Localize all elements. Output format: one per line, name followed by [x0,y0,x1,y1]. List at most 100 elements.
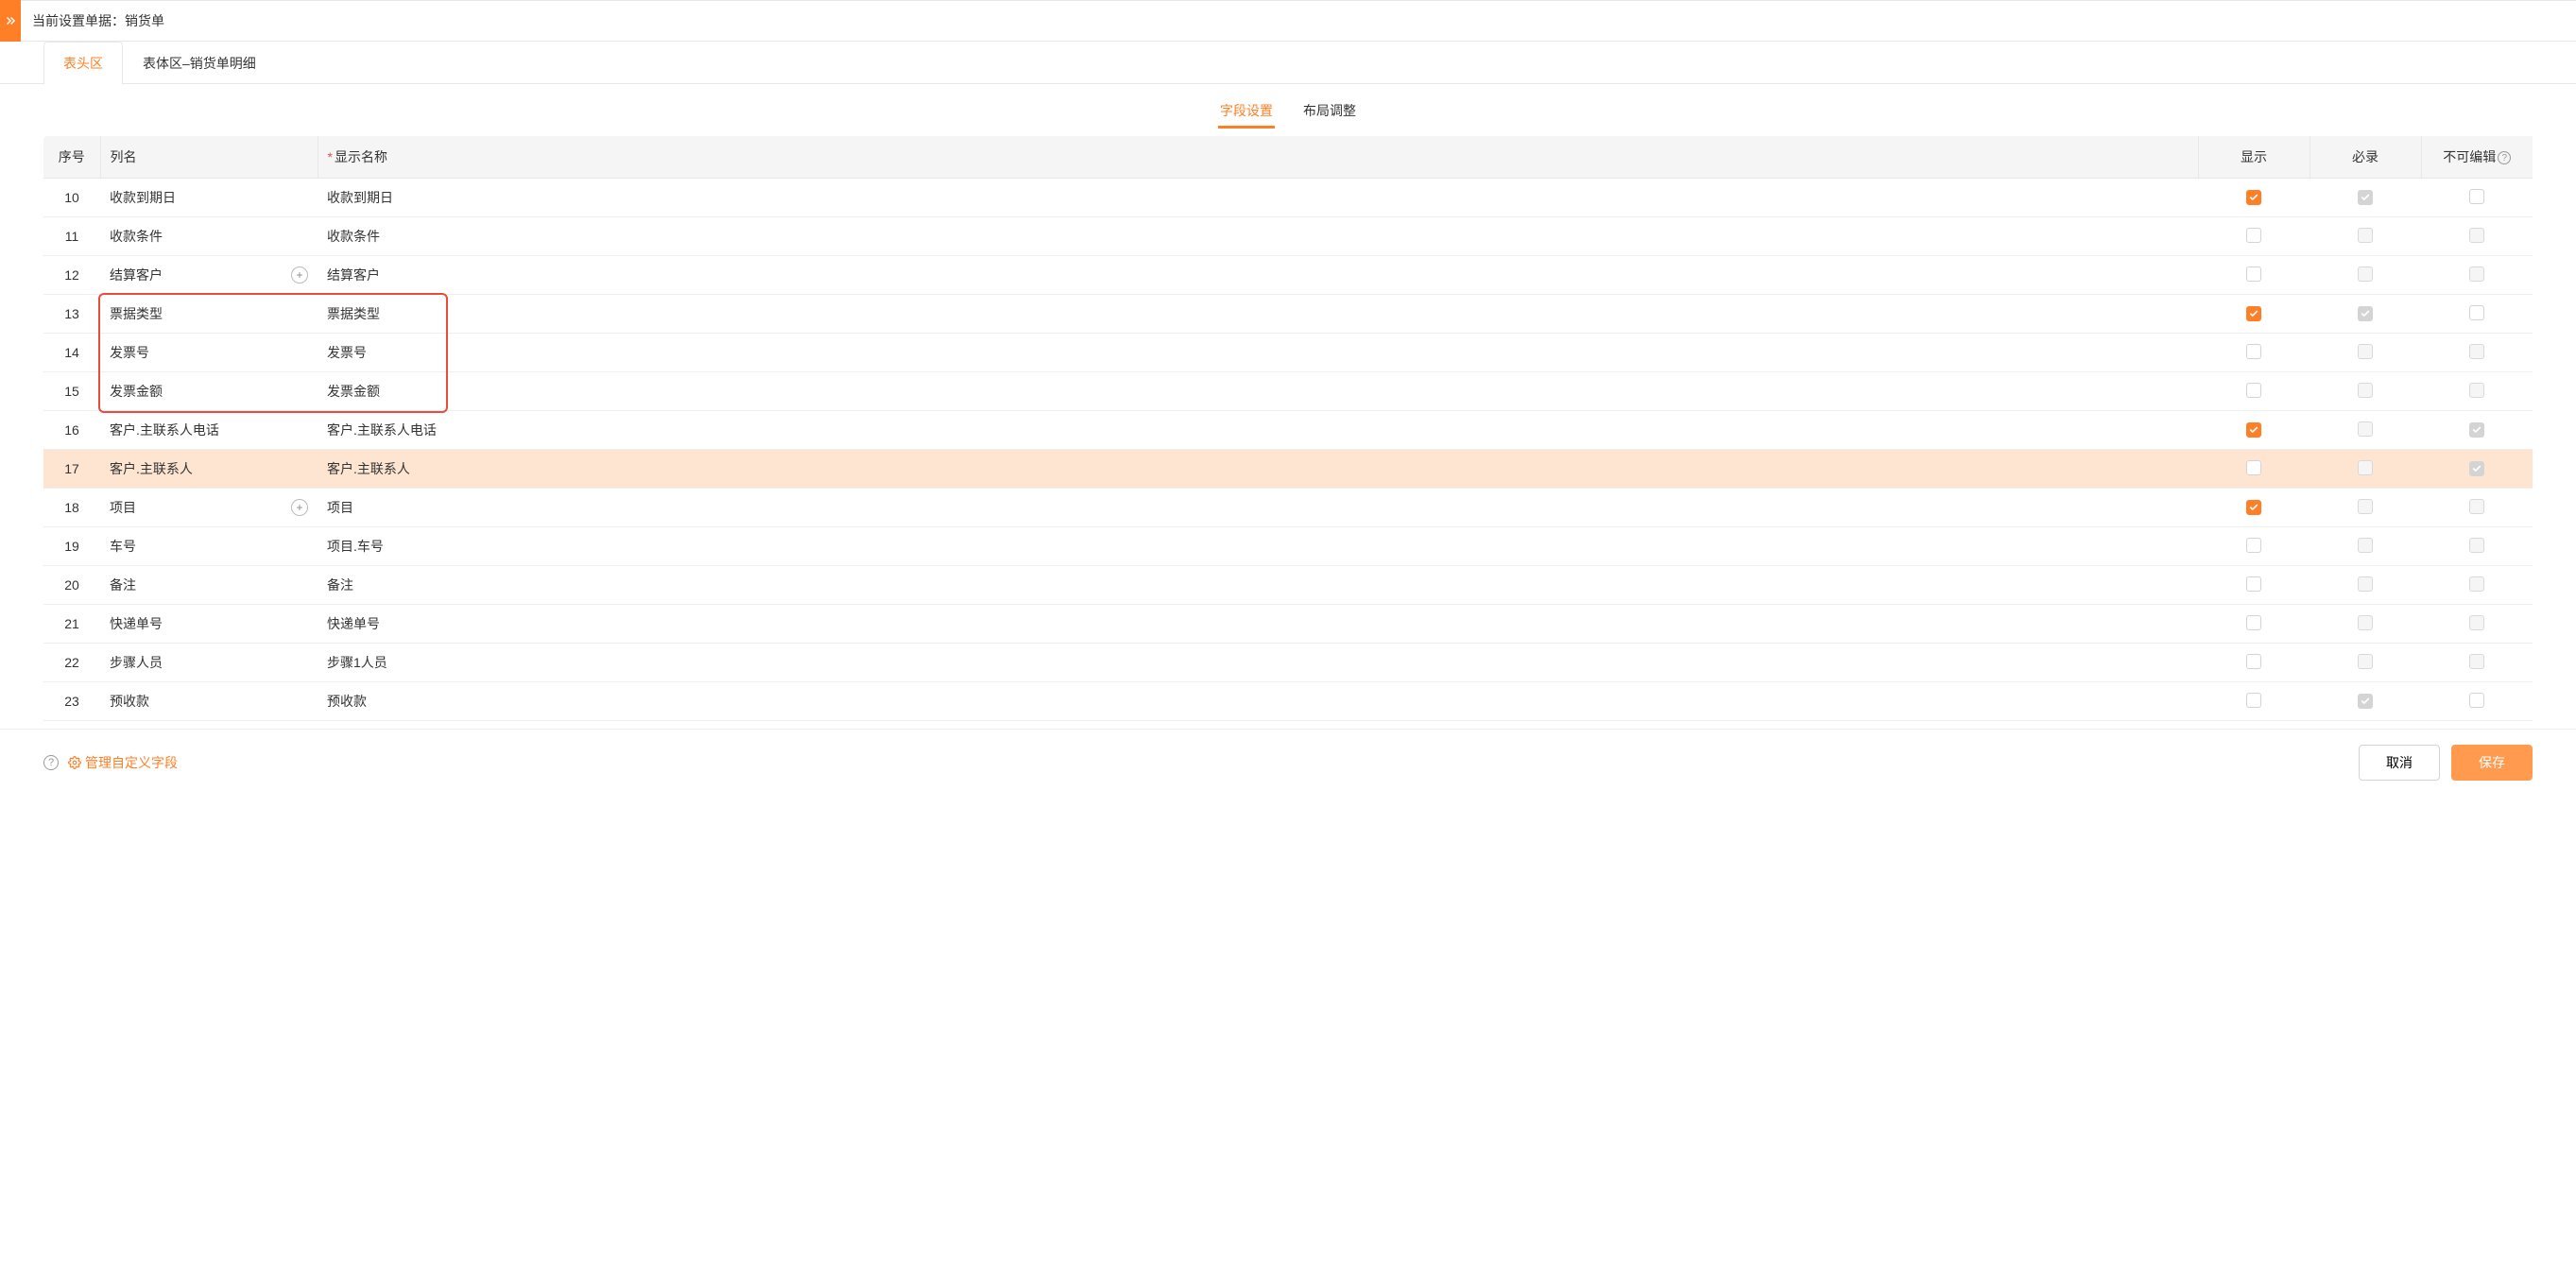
row-display-name[interactable]: 项目 [318,489,2198,527]
show-checkbox[interactable] [2246,190,2261,205]
row-display-name[interactable]: 快递单号 [318,605,2198,644]
readonly-checkbox[interactable] [2469,305,2484,320]
table-row: 22步骤人员步骤1人员 [43,644,2533,682]
row-col-name: 项目 + [100,489,318,527]
show-checkbox[interactable] [2246,538,2261,553]
table-row: 15发票金额发票金额 [43,372,2533,411]
required-checkbox [2358,694,2373,709]
col-name-label: 车号 [110,537,136,556]
row-col-name: 快递单号 [100,605,318,644]
table-row: 11 收款条件 收款条件 [43,217,2533,256]
main-tabs: 表头区表体区–销货单明细 [0,42,2576,84]
row-display-name[interactable]: 预收款 [318,682,2198,721]
readonly-checkbox [2469,344,2484,359]
col-name-label: 发票金额 [110,382,163,401]
add-subfield-button[interactable]: + [291,499,308,516]
col-name-label: 票据类型 [110,304,163,323]
row-display-name[interactable]: 发票金额 [318,372,2198,411]
show-checkbox[interactable] [2246,228,2261,243]
row-display-name[interactable]: 收款条件 [318,217,2198,256]
row-display-name[interactable]: 结算客户 [318,256,2198,295]
save-button[interactable]: 保存 [2451,745,2533,781]
show-checkbox[interactable] [2246,344,2261,359]
show-checkbox[interactable] [2246,460,2261,475]
table-row: 12 结算客户 + 结算客户 [43,256,2533,295]
show-checkbox[interactable] [2246,266,2261,282]
readonly-checkbox [2469,576,2484,592]
required-star-icon: * [328,149,333,164]
show-checkbox[interactable] [2246,615,2261,630]
show-checkbox[interactable] [2246,576,2261,592]
gear-icon [68,756,81,769]
readonly-checkbox[interactable] [2469,693,2484,708]
cancel-button[interactable]: 取消 [2359,745,2440,781]
add-subfield-button[interactable]: + [291,266,308,284]
readonly-checkbox [2469,615,2484,630]
table-row: 18 项目 + 项目 [43,489,2533,527]
show-checkbox[interactable] [2246,693,2261,708]
col-name-label: 结算客户 [110,266,163,284]
readonly-checkbox [2469,461,2484,476]
required-checkbox [2358,499,2373,514]
main-tab-1[interactable]: 表体区–销货单明细 [123,42,276,84]
row-col-name: 发票金额 [100,372,318,411]
col-name-label: 项目 [110,498,136,517]
row-col-name: 备注 [100,566,318,605]
footer: ? 管理自定义字段 取消 保存 [0,729,2576,796]
row-index: 11 [43,217,100,256]
row-col-name: 客户.主联系人电话 [100,411,318,450]
table-row: 19车号项目.车号 [43,527,2533,566]
row-display-name[interactable]: 票据类型 [318,295,2198,334]
show-checkbox[interactable] [2246,654,2261,669]
row-index: 23 [43,682,100,721]
top-bar: 当前设置单据：销货单 [0,0,2576,42]
readonly-checkbox [2469,538,2484,553]
required-checkbox [2358,266,2373,282]
help-icon[interactable]: ? [43,755,59,770]
header-readonly: 不可编辑? [2421,136,2533,179]
required-checkbox [2358,306,2373,321]
table-row: 16客户.主联系人电话客户.主联系人电话 [43,411,2533,450]
readonly-checkbox[interactable] [2469,189,2484,204]
show-checkbox[interactable] [2246,306,2261,321]
row-index: 16 [43,411,100,450]
readonly-checkbox [2469,654,2484,669]
sub-tab-0[interactable]: 字段设置 [1218,95,1275,129]
header-display-name: *显示名称 [318,136,2198,179]
table-row: 21快递单号快递单号 [43,605,2533,644]
row-display-name[interactable]: 收款到期日 [318,179,2198,217]
required-checkbox [2358,576,2373,592]
expand-panel-button[interactable] [0,0,21,42]
manage-custom-fields-link[interactable]: 管理自定义字段 [68,753,178,772]
sub-tab-1[interactable]: 布局调整 [1301,95,1358,129]
col-name-label: 收款条件 [110,227,163,246]
top-bar-title: 当前设置单据：销货单 [32,11,164,30]
required-checkbox [2358,228,2373,243]
row-index: 10 [43,179,100,217]
row-index: 14 [43,334,100,372]
row-display-name[interactable]: 备注 [318,566,2198,605]
show-checkbox[interactable] [2246,500,2261,515]
header-show: 显示 [2198,136,2310,179]
main-tab-0[interactable]: 表头区 [43,42,123,84]
row-index: 22 [43,644,100,682]
header-col-name: 列名 [100,136,318,179]
row-col-name: 收款到期日 [100,179,318,217]
row-col-name: 客户.主联系人 [100,450,318,489]
col-name-label: 备注 [110,576,136,594]
chevron-right-double-icon [4,14,17,27]
header-required: 必录 [2310,136,2421,179]
show-checkbox[interactable] [2246,422,2261,438]
show-checkbox[interactable] [2246,383,2261,398]
row-display-name[interactable]: 项目.车号 [318,527,2198,566]
row-col-name: 预收款 [100,682,318,721]
row-index: 12 [43,256,100,295]
row-index: 18 [43,489,100,527]
row-display-name[interactable]: 客户.主联系人 [318,450,2198,489]
required-checkbox [2358,654,2373,669]
row-display-name[interactable]: 客户.主联系人电话 [318,411,2198,450]
row-display-name[interactable]: 步骤1人员 [318,644,2198,682]
help-icon[interactable]: ? [2498,151,2511,164]
row-display-name[interactable]: 发票号 [318,334,2198,372]
sub-tabs: 字段设置布局调整 [0,84,2576,129]
